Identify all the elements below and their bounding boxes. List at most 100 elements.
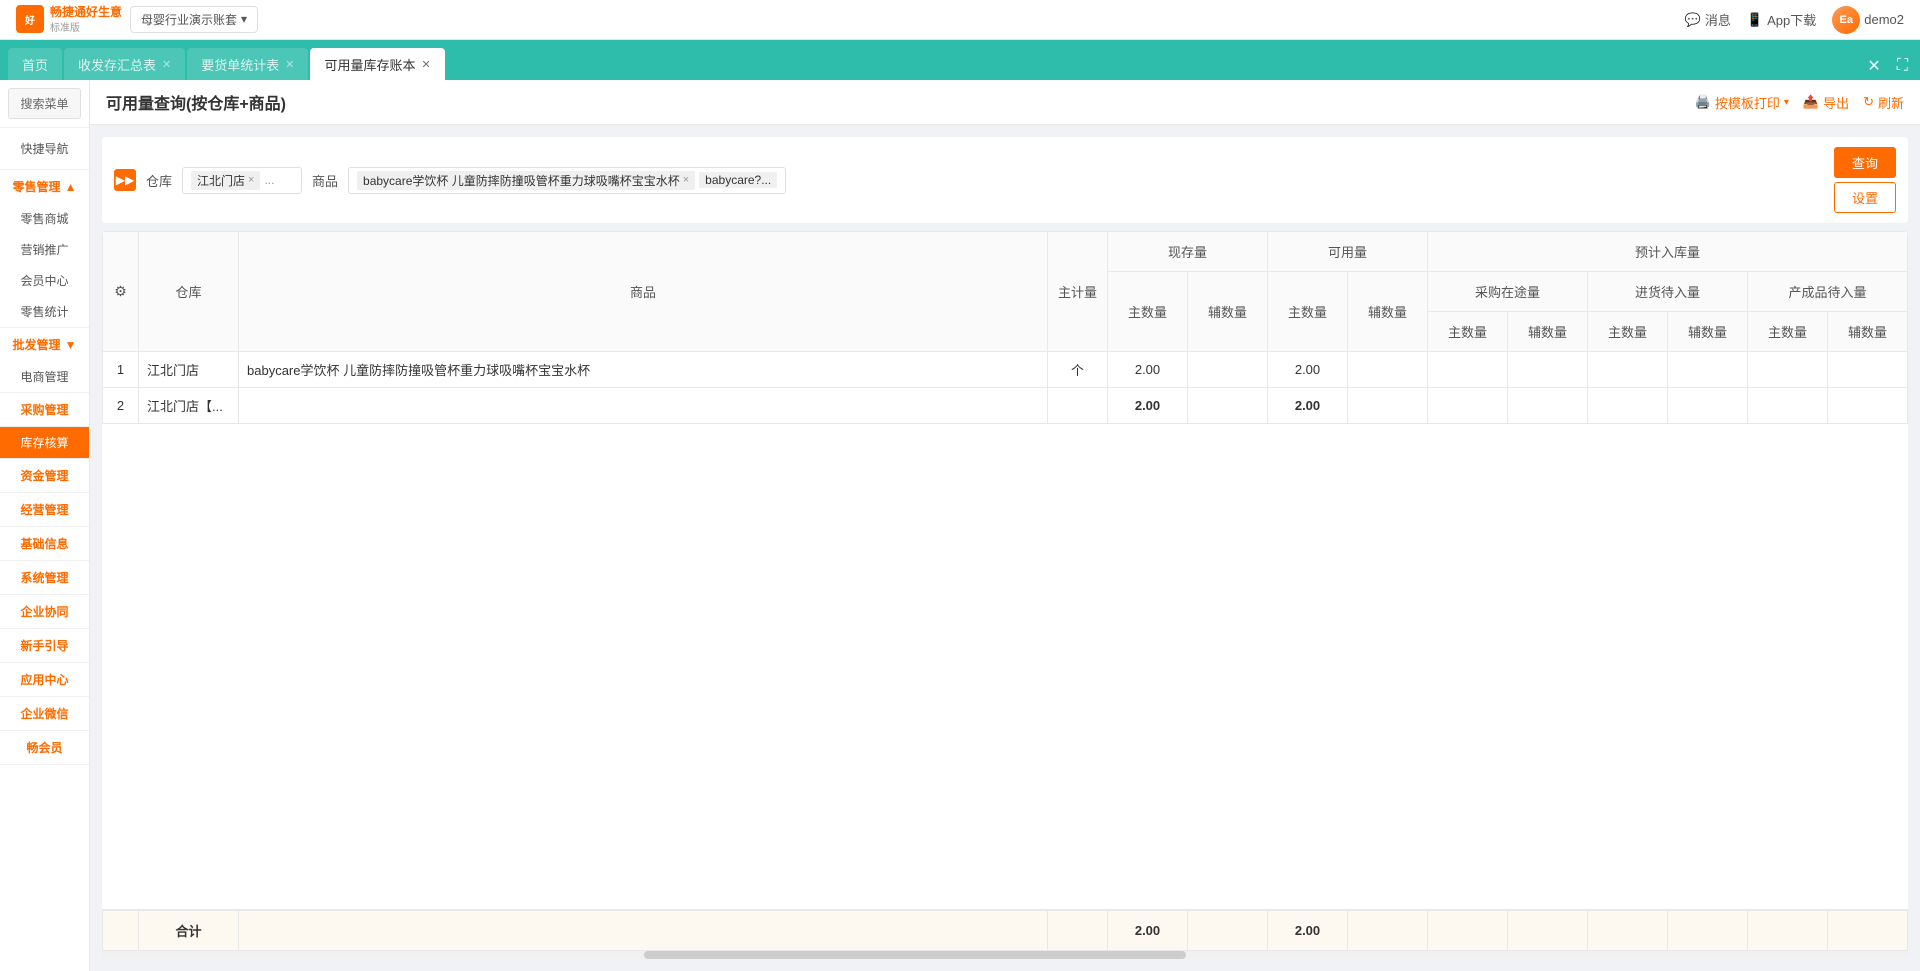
tab-income-expense[interactable]: 收发存汇总表 ✕ [64, 48, 185, 80]
total-label: 合计 [139, 910, 239, 951]
maximize-btn[interactable]: ⛶ [1893, 53, 1912, 79]
close-all-tabs-btn[interactable]: ✕ [1863, 52, 1884, 80]
scroll-indicator[interactable] [102, 951, 1908, 959]
row-2-avail-aux [1348, 388, 1428, 424]
warehouse-more[interactable]: ... [264, 173, 274, 187]
row-2-purchase-main [1428, 388, 1508, 424]
top-bar: 好 畅捷通好生意 标准版 母婴行业演示账套 ▾ 💬 消息 📱 App下载 Ea … [0, 0, 1920, 40]
row-1-production-main [1748, 352, 1828, 388]
th-available-group: 可用量 [1268, 232, 1428, 272]
data-table: ⚙ 仓库 商品 主计量 现存量 可用量 预计入库量 主数量 [102, 231, 1908, 424]
filter-toggle-btn[interactable]: ▶▶ [114, 169, 136, 191]
logo-title: 畅捷通好生意 [50, 5, 122, 19]
logo-area: 好 畅捷通好生意 标准版 [16, 5, 122, 34]
sidebar-section-system: 系统管理 [0, 561, 89, 595]
system-label: 系统管理 [20, 569, 68, 586]
total-avail-main: 2.00 [1268, 910, 1348, 951]
top-bar-left: 好 畅捷通好生意 标准版 母婴行业演示账套 ▾ [16, 5, 258, 34]
warehouse-filter-input[interactable]: 江北门店 × ... [182, 167, 302, 194]
warehouse-tag-remove[interactable]: × [248, 174, 254, 186]
row-1-incoming-main [1588, 352, 1668, 388]
tab-actions: ✕ ⛶ [1863, 52, 1912, 80]
warehouse-filter-label: 仓库 [146, 171, 172, 190]
search-menu-btn[interactable]: 搜索菜单 [8, 88, 81, 119]
row-1-stock-aux [1188, 352, 1268, 388]
tab-income-expense-close[interactable]: ✕ [162, 58, 171, 71]
print-btn[interactable]: 🖨️ 按模板打印 ▾ [1695, 93, 1789, 112]
product-filter-input[interactable]: babycare学饮杯 儿童防摔防撞吸管杯重力球吸嘴杯宝宝水杯 × babyca… [348, 167, 786, 194]
app-download-btn[interactable]: 📱 App下载 [1747, 10, 1816, 29]
sidebar-section-wechat-title[interactable]: 企业微信 [0, 697, 89, 730]
tab-order-stats-close[interactable]: ✕ [285, 58, 294, 71]
th-incoming-main: 主数量 [1588, 312, 1668, 352]
tab-available-stock[interactable]: 可用量库存账本 ✕ [310, 48, 444, 80]
th-gear[interactable]: ⚙ [103, 232, 139, 352]
tab-income-expense-label: 收发存汇总表 [78, 55, 156, 74]
retail-expand-icon: ▲ [65, 180, 77, 194]
th-avail-aux: 辅数量 [1348, 272, 1428, 352]
wholesale-label: 批发管理 [13, 336, 61, 353]
row-1-purchase-aux [1508, 352, 1588, 388]
row-2-incoming-main [1588, 388, 1668, 424]
main-area: 搜索菜单 快捷导航 零售管理 ▲ 零售商城 营销推广 会员中心 零售统计 批发管… [0, 80, 1920, 971]
refresh-label: 刷新 [1878, 93, 1904, 112]
row-1-production-aux [1828, 352, 1908, 388]
sidebar-item-retail-stats[interactable]: 零售统计 [0, 296, 89, 327]
finance-label: 资金管理 [20, 467, 68, 484]
sidebar-section-retail: 零售管理 ▲ 零售商城 营销推广 会员中心 零售统计 [0, 170, 89, 328]
sidebar-section-basic-title[interactable]: 基础信息 [0, 527, 89, 560]
wechat-label: 企业微信 [20, 705, 68, 722]
export-btn[interactable]: 📤 导出 [1803, 93, 1849, 112]
sidebar-item-member-center[interactable]: 会员中心 [0, 265, 89, 296]
sidebar-section-finance-title[interactable]: 资金管理 [0, 459, 89, 492]
query-btn[interactable]: 查询 [1834, 147, 1896, 178]
print-dropdown-icon: ▾ [1784, 97, 1789, 108]
sidebar-section-enterprise: 企业协同 [0, 595, 89, 629]
sidebar-section-enterprise-title[interactable]: 企业协同 [0, 595, 89, 628]
refresh-btn[interactable]: ↻ 刷新 [1863, 93, 1904, 112]
th-stock-main: 主数量 [1108, 272, 1188, 352]
product-tag-2: babycare?... [699, 172, 777, 188]
ops-label: 经营管理 [20, 501, 68, 518]
tab-order-stats[interactable]: 要货单统计表 ✕ [187, 48, 308, 80]
tab-available-stock-close[interactable]: ✕ [422, 58, 431, 71]
sidebar-section-appcenter-title[interactable]: 应用中心 [0, 663, 89, 696]
sidebar-section-member-title[interactable]: 畅会员 [0, 731, 89, 764]
product-tag-1: babycare学饮杯 儿童防摔防撞吸管杯重力球吸嘴杯宝宝水杯 × [357, 171, 695, 190]
total-table: 合计 2.00 2.00 [102, 909, 1908, 951]
user-area[interactable]: Ea demo2 [1832, 6, 1904, 34]
row-2-unit [1048, 388, 1108, 424]
sidebar-section-wholesale-title[interactable]: 批发管理 ▼ [0, 328, 89, 361]
gear-icon: ⚙ [114, 283, 127, 299]
sidebar-section-purchase-title[interactable]: 采购管理 [0, 393, 89, 426]
sidebar-item-retail-mall[interactable]: 零售商城 [0, 203, 89, 234]
th-unit: 主计量 [1048, 232, 1108, 352]
row-2-purchase-aux [1508, 388, 1588, 424]
sidebar-item-ecommerce[interactable]: 电商管理 [0, 361, 89, 392]
sidebar-section-system-title[interactable]: 系统管理 [0, 561, 89, 594]
row-1-index: 1 [103, 352, 139, 388]
sidebar-item-marketing[interactable]: 营销推广 [0, 234, 89, 265]
settings-btn[interactable]: 设置 [1834, 182, 1896, 213]
message-btn[interactable]: 💬 消息 [1685, 10, 1731, 29]
warehouse-tag: 江北门店 × [191, 171, 260, 190]
top-bar-right: 💬 消息 📱 App下载 Ea demo2 [1685, 6, 1904, 34]
tab-bar: 首页 收发存汇总表 ✕ 要货单统计表 ✕ 可用量库存账本 ✕ ✕ ⛶ [0, 40, 1920, 80]
table-container: ⚙ 仓库 商品 主计量 现存量 可用量 预计入库量 主数量 [102, 231, 1908, 959]
sidebar-section-retail-title[interactable]: 零售管理 ▲ [0, 170, 89, 203]
sidebar-section-ops-title[interactable]: 经营管理 [0, 493, 89, 526]
industry-selector[interactable]: 母婴行业演示账套 ▾ [130, 6, 258, 33]
sidebar-section-guide-title[interactable]: 新手引导 [0, 629, 89, 662]
table-row: 1 江北门店 babycare学饮杯 儿童防摔防撞吸管杯重力球吸嘴杯宝宝水杯 个… [103, 352, 1908, 388]
th-stock-group: 现存量 [1108, 232, 1268, 272]
sidebar-item-quick-nav[interactable]: 快捷导航 [0, 132, 89, 165]
th-forecast-group: 预计入库量 [1428, 232, 1908, 272]
retail-label: 零售管理 [13, 178, 61, 195]
logo-subtitle: 标准版 [50, 19, 122, 34]
table-wrapper[interactable]: ⚙ 仓库 商品 主计量 现存量 可用量 预计入库量 主数量 [102, 231, 1908, 909]
tab-home[interactable]: 首页 [8, 48, 62, 80]
product-tag-1-remove[interactable]: × [683, 174, 689, 186]
row-2-product [239, 388, 1048, 424]
th-stock-aux: 辅数量 [1188, 272, 1268, 352]
sidebar-item-stock-mgmt[interactable]: 库存核算 [0, 427, 89, 458]
